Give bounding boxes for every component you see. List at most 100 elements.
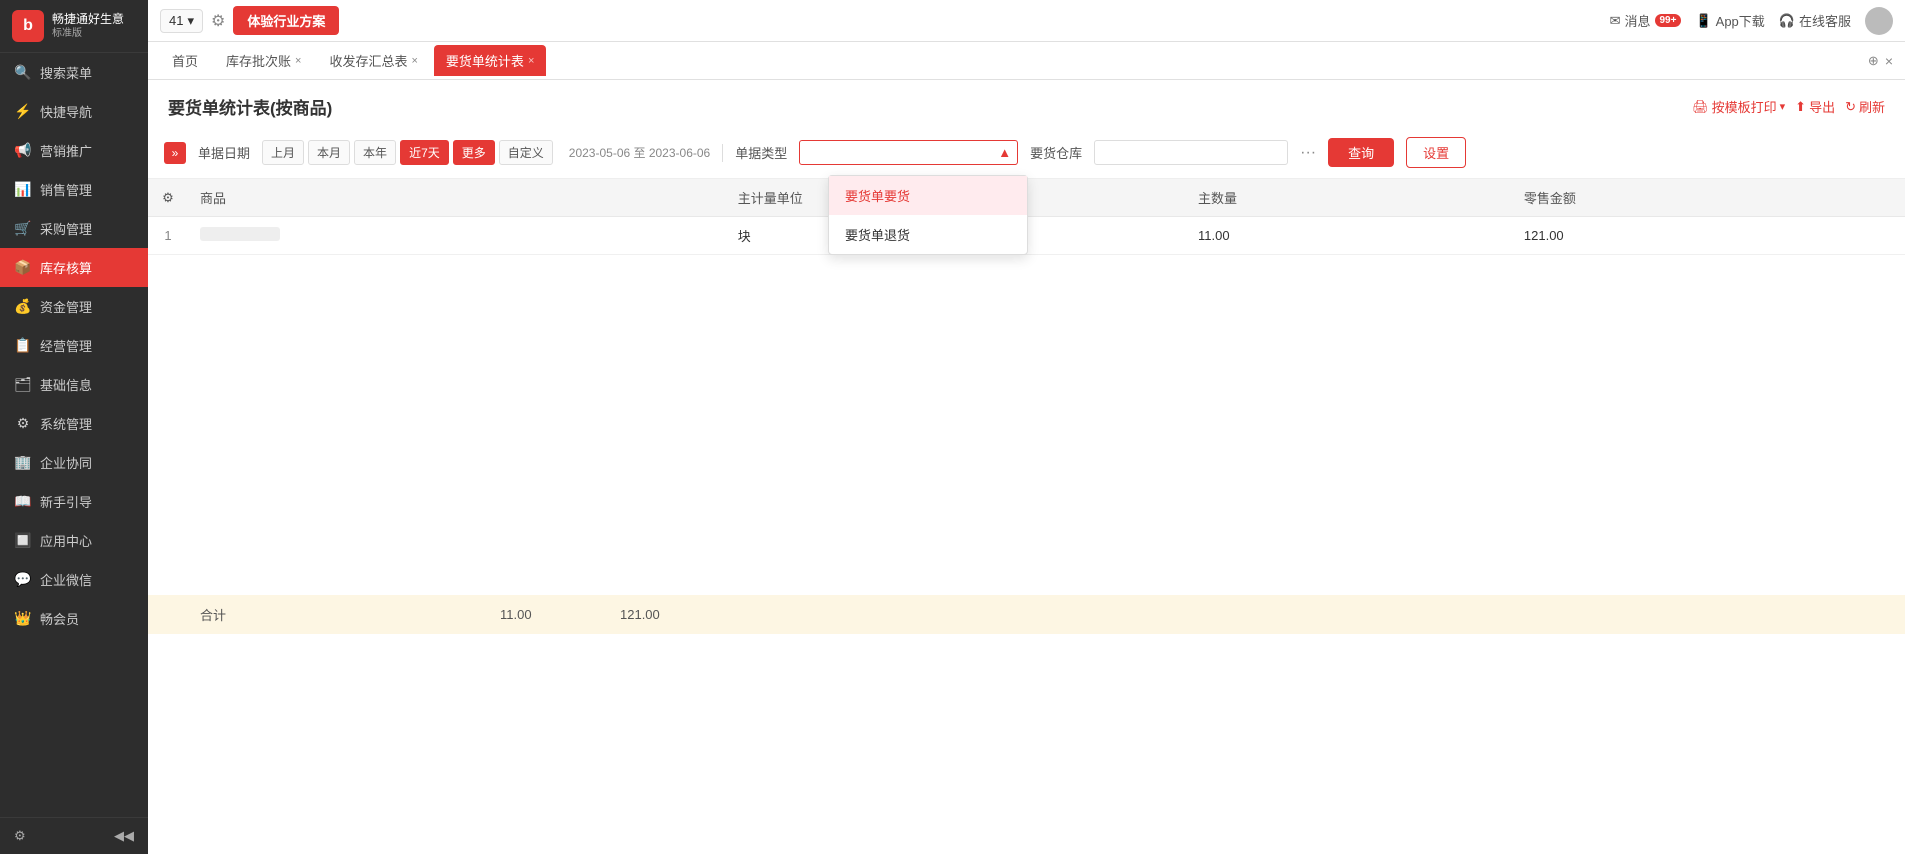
- sidebar-item-enterprise[interactable]: 🏢 企业协同: [0, 443, 148, 482]
- sidebar-item-operations[interactable]: 📋 经营管理: [0, 326, 148, 365]
- topbar-right: ✉ 消息 99+ 📱 App下载 🎧 在线客服: [1610, 7, 1893, 35]
- printer-icon: 🖨: [1692, 99, 1709, 115]
- logo-area: b 畅捷通好生意 标准版: [0, 0, 148, 53]
- th-product: 商品: [188, 179, 726, 217]
- sidebar-item-label: 营销推广: [40, 141, 92, 160]
- type-select-input[interactable]: [800, 141, 992, 164]
- filter-bar: » 单据日期 上月 本月 本年 近7天 更多 自定义 2023-05-06 至 …: [148, 127, 1905, 179]
- online-service-label: 在线客服: [1799, 11, 1851, 30]
- user-avatar[interactable]: [1865, 7, 1893, 35]
- close-icon[interactable]: ×: [528, 55, 534, 67]
- box-icon: 📦: [14, 259, 32, 277]
- sidebar-item-label: 资金管理: [40, 297, 92, 316]
- refresh-label: 刷新: [1859, 97, 1885, 116]
- sidebar-item-label: 新手引导: [40, 492, 92, 511]
- export-button[interactable]: ⬆ 导出: [1795, 97, 1835, 116]
- date-btn-this-month[interactable]: 本月: [308, 140, 350, 165]
- money-icon: 💰: [14, 298, 32, 316]
- topbar-left: 41 ▾ ⚙ 体验行业方案: [160, 6, 339, 35]
- online-service-item[interactable]: 🎧 在线客服: [1779, 11, 1851, 30]
- warehouse-input[interactable]: [1094, 140, 1288, 165]
- refresh-button[interactable]: ↻ 刷新: [1845, 97, 1885, 116]
- sidebar-item-system[interactable]: ⚙ 系统管理: [0, 404, 148, 443]
- tab-home[interactable]: 首页: [160, 45, 210, 76]
- date-btn-custom[interactable]: 自定义: [499, 140, 553, 165]
- column-settings-icon[interactable]: ⚙: [162, 190, 174, 205]
- chart-icon: 📊: [14, 181, 32, 199]
- clipboard-icon: 📋: [14, 337, 32, 355]
- filter-divider: [722, 144, 723, 162]
- sidebar-item-marketing[interactable]: 📢 营销推广: [0, 131, 148, 170]
- topbar-settings-icon[interactable]: ⚙: [211, 11, 225, 31]
- tab-inventory-batch[interactable]: 库存批次账 ×: [214, 45, 313, 76]
- more-options-icon[interactable]: ···: [1300, 144, 1316, 162]
- close-icon[interactable]: ×: [295, 55, 301, 67]
- type-label: 单据类型: [735, 143, 787, 162]
- print-button[interactable]: 🖨 按模板打印 ▾: [1692, 97, 1785, 116]
- sidebar-settings-icon[interactable]: ⚙: [14, 828, 26, 844]
- sidebar-collapse-icon[interactable]: ◀◀: [114, 828, 134, 844]
- app-download-label: App下载: [1716, 11, 1765, 30]
- sidebar-item-guide[interactable]: 📖 新手引导: [0, 482, 148, 521]
- sidebar-item-purchase[interactable]: 🛒 采购管理: [0, 209, 148, 248]
- close-all-icon[interactable]: ×: [1885, 53, 1893, 69]
- dropdown-item-order[interactable]: 要货单要货: [829, 176, 1027, 215]
- search-icon: 🔍: [14, 64, 32, 82]
- date-label: 单据日期: [198, 143, 250, 162]
- sidebar-item-search[interactable]: 🔍 搜索菜单: [0, 53, 148, 92]
- print-label: 按模板打印: [1712, 97, 1777, 116]
- sidebar-item-finance[interactable]: 💰 资金管理: [0, 287, 148, 326]
- chevron-up-icon[interactable]: ▲: [992, 145, 1017, 160]
- page-actions: 🖨 按模板打印 ▾ ⬆ 导出 ↻ 刷新: [1692, 97, 1885, 116]
- sidebar-item-label: 销售管理: [40, 180, 92, 199]
- company-selector[interactable]: 41 ▾: [160, 9, 203, 33]
- date-btn-last-month[interactable]: 上月: [262, 140, 304, 165]
- chat-icon: 💬: [14, 571, 32, 589]
- expand-filter-button[interactable]: »: [164, 142, 186, 164]
- date-btn-this-year[interactable]: 本年: [354, 140, 396, 165]
- filter-settings-button[interactable]: 设置: [1406, 137, 1466, 168]
- tab-collect-summary[interactable]: 收发存汇总表 ×: [317, 45, 429, 76]
- sidebar-item-member[interactable]: 👑 畅会员: [0, 599, 148, 638]
- sidebar-item-app-center[interactable]: 🔲 应用中心: [0, 521, 148, 560]
- sidebar-item-quick-nav[interactable]: ⚡ 快捷导航: [0, 92, 148, 131]
- export-label: 导出: [1809, 97, 1835, 116]
- warehouse-label: 要货仓库: [1030, 143, 1082, 162]
- query-button[interactable]: 查询: [1328, 138, 1394, 167]
- sidebar-item-basic-info[interactable]: 🗂 基础信息: [0, 365, 148, 404]
- tab-order-stats[interactable]: 要货单统计表 ×: [434, 45, 546, 76]
- footer-label: 合计: [188, 605, 388, 624]
- messages-item[interactable]: ✉ 消息 99+: [1610, 11, 1682, 30]
- tab-label: 首页: [172, 51, 198, 70]
- lightning-icon: ⚡: [14, 103, 32, 121]
- app-download-item[interactable]: 📱 App下载: [1695, 11, 1764, 30]
- expand-icon[interactable]: ⊕: [1868, 53, 1879, 69]
- sidebar-item-label: 搜索菜单: [40, 63, 92, 82]
- trial-button[interactable]: 体验行业方案: [233, 6, 339, 35]
- cart-icon: 🛒: [14, 220, 32, 238]
- expand-icon: »: [172, 146, 179, 160]
- dropdown-item-return[interactable]: 要货单退货: [829, 215, 1027, 254]
- row-num: 1: [148, 217, 188, 255]
- date-btn-7days[interactable]: 近7天: [400, 140, 449, 165]
- sidebar-item-label: 企业协同: [40, 453, 92, 472]
- close-icon[interactable]: ×: [411, 55, 417, 67]
- sidebar-item-sales[interactable]: 📊 销售管理: [0, 170, 148, 209]
- sidebar-item-inventory[interactable]: 📦 库存核算: [0, 248, 148, 287]
- sidebar-nav: 🔍 搜索菜单 ⚡ 快捷导航 📢 营销推广 📊 销售管理 🛒 采购管理 📦 库存核…: [0, 53, 148, 817]
- th-settings[interactable]: ⚙: [148, 179, 188, 217]
- type-select-wrapper[interactable]: ▲: [799, 140, 1018, 165]
- sidebar-bottom: ⚙ ◀◀: [0, 817, 148, 854]
- gear-icon: ⚙: [14, 415, 32, 433]
- type-dropdown: 要货单要货 要货单退货: [828, 175, 1028, 255]
- sidebar-item-label: 基础信息: [40, 375, 92, 394]
- date-btn-more[interactable]: 更多: [453, 140, 495, 165]
- export-icon: ⬆: [1795, 99, 1806, 115]
- th-qty: 主数量: [1186, 179, 1512, 217]
- sidebar-item-wechat[interactable]: 💬 企业微信: [0, 560, 148, 599]
- refresh-icon: ↻: [1845, 99, 1856, 115]
- product-placeholder: [200, 227, 280, 241]
- headset-icon: 🎧: [1779, 13, 1795, 29]
- messages-label: 消息: [1624, 11, 1650, 30]
- sidebar: b 畅捷通好生意 标准版 🔍 搜索菜单 ⚡ 快捷导航 📢 营销推广 📊 销售管理…: [0, 0, 148, 854]
